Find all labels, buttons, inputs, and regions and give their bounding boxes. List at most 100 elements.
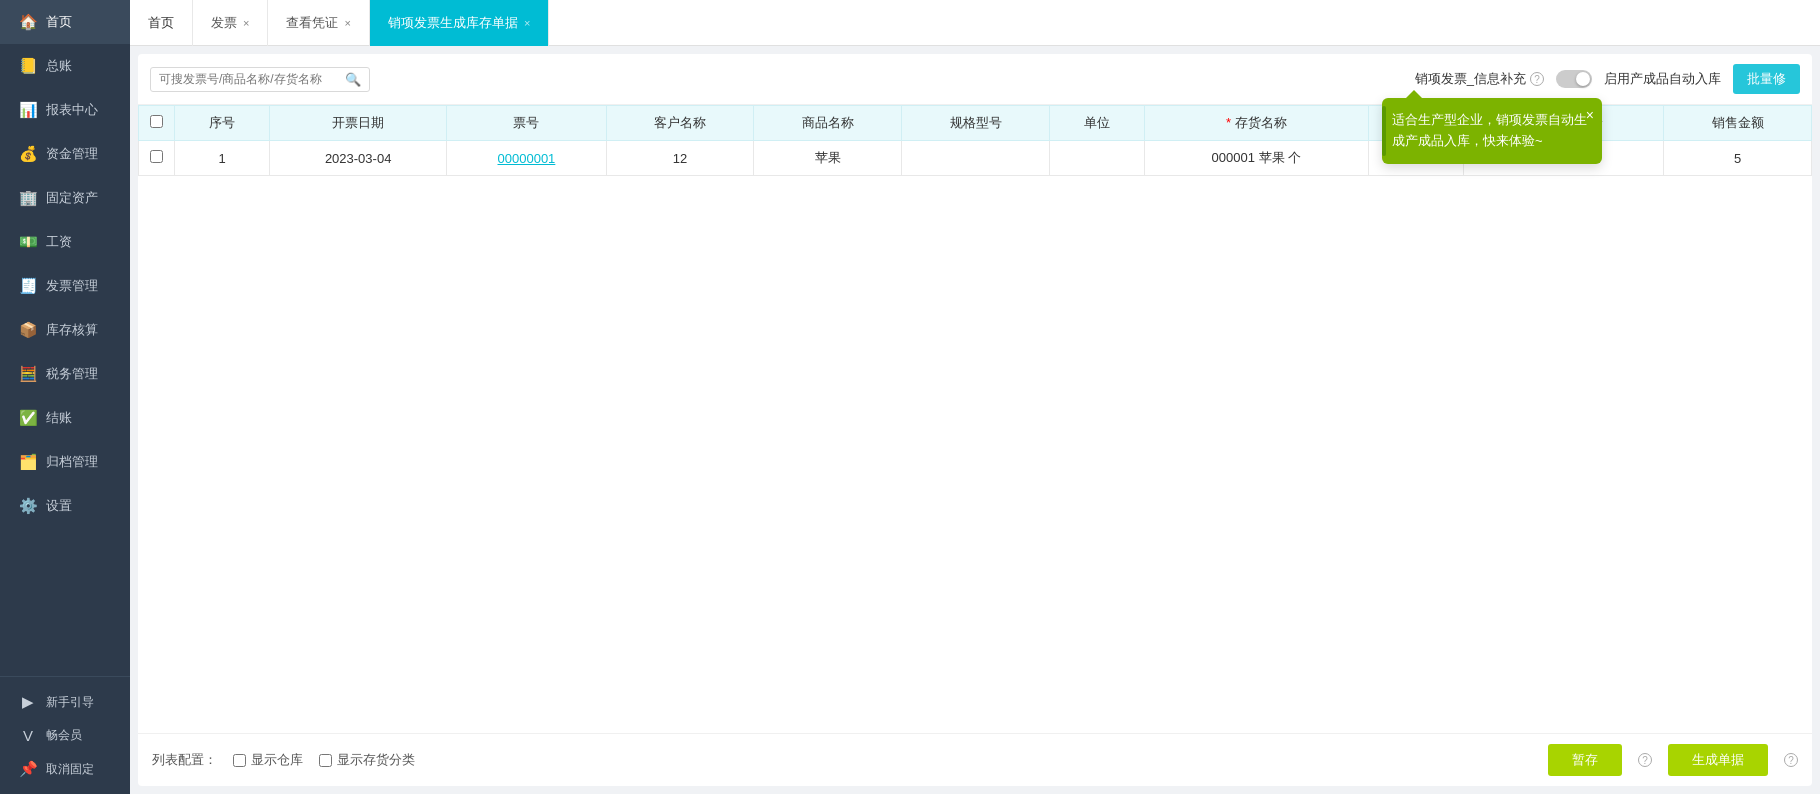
tab-home-label: 首页 [148, 14, 174, 32]
show-warehouse-checkbox[interactable] [233, 754, 246, 767]
bottom-bar: 列表配置： 显示仓库 显示存货分类 暂存 ? 生成单据 ? [138, 733, 1812, 786]
th-date: 开票日期 [270, 106, 447, 141]
vip-icon: V [18, 727, 38, 744]
sidebar-item-label: 资金管理 [46, 145, 98, 163]
select-all-checkbox[interactable] [150, 115, 163, 128]
archive-icon: 🗂️ [18, 453, 38, 471]
info-label: 销项发票_信息补充 ? [1415, 70, 1544, 88]
sidebar-item-payroll[interactable]: 💵 工资 [0, 220, 130, 264]
cancel-pin-label: 取消固定 [46, 761, 94, 778]
tab-invoice-close[interactable]: × [243, 17, 249, 29]
search-input[interactable] [159, 72, 339, 86]
home-icon: 🏠 [18, 13, 38, 31]
th-amount: 销售金额 [1664, 106, 1812, 141]
sidebar-item-fund[interactable]: 💰 资金管理 [0, 132, 130, 176]
search-box[interactable]: 🔍 [150, 67, 370, 92]
main-area: 首页 发票 × 查看凭证 × 销项发票生成库存单据 × 🔍 销项发票_信息补充 [130, 0, 1820, 794]
report-icon: 📊 [18, 101, 38, 119]
cell-ticket-no[interactable]: 00000001 [447, 141, 607, 176]
tax-icon: 🧮 [18, 365, 38, 383]
toolbar: 🔍 销项发票_信息补充 ? × [138, 54, 1812, 105]
tab-voucher-close[interactable]: × [344, 17, 350, 29]
sidebar-item-label: 设置 [46, 497, 72, 515]
sidebar-item-settings[interactable]: ⚙️ 设置 [0, 484, 130, 528]
save-info-icon[interactable]: ? [1638, 753, 1652, 767]
content-area: 🔍 销项发票_信息补充 ? × [138, 54, 1812, 786]
guide-icon: ▶ [18, 693, 38, 711]
generate-button[interactable]: 生成单据 [1668, 744, 1768, 776]
th-ticket-no: 票号 [447, 106, 607, 141]
tab-invoice[interactable]: 发票 × [193, 0, 268, 46]
sidebar-item-general-ledger[interactable]: 📒 总账 [0, 44, 130, 88]
sidebar-item-label: 总账 [46, 57, 72, 75]
invoice-icon: 🧾 [18, 277, 38, 295]
payroll-icon: 💵 [18, 233, 38, 251]
th-product-name: 商品名称 [754, 106, 902, 141]
toggle-thumb [1576, 72, 1590, 86]
sidebar-bottom: ▶ 新手引导 V 畅会员 📌 取消固定 [0, 676, 130, 794]
sidebar-item-cancel-pin[interactable]: 📌 取消固定 [0, 752, 130, 786]
ledger-icon: 📒 [18, 57, 38, 75]
pin-icon: 📌 [18, 760, 38, 778]
toggle-label: 启用产成品自动入库 [1604, 70, 1721, 88]
tab-home[interactable]: 首页 [130, 0, 193, 46]
closing-icon: ✅ [18, 409, 38, 427]
show-warehouse-label[interactable]: 显示仓库 [233, 751, 303, 769]
tab-generate-label: 销项发票生成库存单据 [388, 14, 518, 32]
sidebar-item-fixed-assets[interactable]: 🏢 固定资产 [0, 176, 130, 220]
cell-amount: 5 [1664, 141, 1812, 176]
popover-left-bar [1382, 106, 1386, 156]
sidebar-item-reports[interactable]: 📊 报表中心 [0, 88, 130, 132]
th-model: 规格型号 [902, 106, 1050, 141]
toolbar-right: 销项发票_信息补充 ? × 适合生产型企业，销项发票自动生成产成品入库，快来体验… [1415, 64, 1800, 94]
show-category-label[interactable]: 显示存货分类 [319, 751, 415, 769]
sidebar-item-label: 库存核算 [46, 321, 98, 339]
sidebar-item-closing[interactable]: ✅ 结账 [0, 396, 130, 440]
sidebar-item-label: 归档管理 [46, 453, 98, 471]
sidebar-item-label: 报表中心 [46, 101, 98, 119]
sidebar-item-label: 工资 [46, 233, 72, 251]
search-icon: 🔍 [345, 72, 361, 87]
sidebar-item-label: 固定资产 [46, 189, 98, 207]
cell-unit [1049, 141, 1144, 176]
cell-product-name: 苹果 [754, 141, 902, 176]
show-category-checkbox[interactable] [319, 754, 332, 767]
sidebar-item-vip[interactable]: V 畅会员 [0, 719, 130, 752]
sidebar-item-invoice-mgmt[interactable]: 🧾 发票管理 [0, 264, 130, 308]
sidebar: 🏠 首页 📒 总账 📊 报表中心 💰 资金管理 🏢 固定资产 💵 工资 🧾 发票… [0, 0, 130, 794]
generate-info-icon[interactable]: ? [1784, 753, 1798, 767]
popover-close-button[interactable]: × [1586, 104, 1594, 126]
th-checkbox [139, 106, 175, 141]
row-checkbox-cell [139, 141, 175, 176]
cell-model [902, 141, 1050, 176]
batch-button[interactable]: 批量修 [1733, 64, 1800, 94]
inventory-icon: 📦 [18, 321, 38, 339]
toggle-switch[interactable] [1556, 70, 1592, 88]
settings-icon: ⚙️ [18, 497, 38, 515]
info-icon[interactable]: ? [1530, 72, 1544, 86]
sidebar-item-home[interactable]: 🏠 首页 [0, 0, 130, 44]
cell-inventory-name: 000001 苹果 个 [1144, 141, 1368, 176]
assets-icon: 🏢 [18, 189, 38, 207]
toggle-track [1556, 70, 1592, 88]
tab-generate-close[interactable]: × [524, 17, 530, 29]
fund-icon: 💰 [18, 145, 38, 163]
list-config-label: 列表配置： [152, 751, 217, 769]
save-button[interactable]: 暂存 [1548, 744, 1622, 776]
popover-text: 适合生产型企业，销项发票自动生成产成品入库，快来体验~ [1392, 112, 1587, 148]
tab-generate[interactable]: 销项发票生成库存单据 × [370, 0, 549, 46]
sidebar-item-label: 首页 [46, 13, 72, 31]
sidebar-item-tax[interactable]: 🧮 税务管理 [0, 352, 130, 396]
sidebar-item-guide[interactable]: ▶ 新手引导 [0, 685, 130, 719]
cell-seq: 1 [175, 141, 270, 176]
sidebar-item-label: 税务管理 [46, 365, 98, 383]
tab-voucher[interactable]: 查看凭证 × [268, 0, 369, 46]
sidebar-item-archive[interactable]: 🗂️ 归档管理 [0, 440, 130, 484]
th-seq: 序号 [175, 106, 270, 141]
th-unit: 单位 [1049, 106, 1144, 141]
tab-bar: 首页 发票 × 查看凭证 × 销项发票生成库存单据 × [130, 0, 1820, 46]
tab-invoice-label: 发票 [211, 14, 237, 32]
sidebar-item-inventory[interactable]: 📦 库存核算 [0, 308, 130, 352]
sidebar-item-label: 新手引导 [46, 694, 94, 711]
row-checkbox[interactable] [150, 150, 163, 163]
